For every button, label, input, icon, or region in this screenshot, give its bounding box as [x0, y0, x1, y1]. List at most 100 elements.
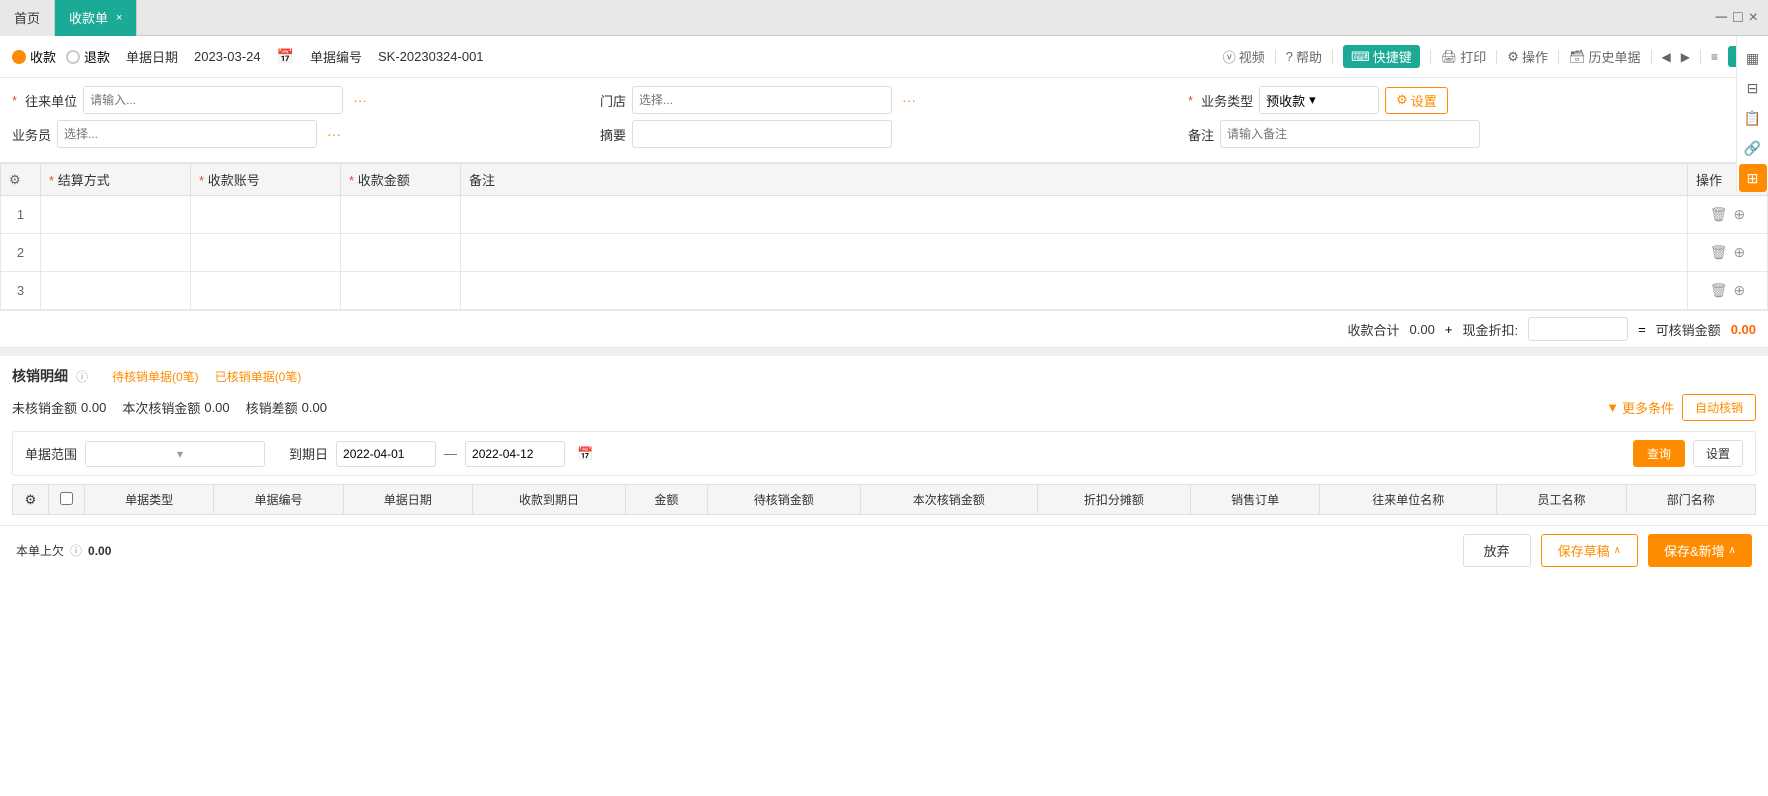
- shortcut-btn[interactable]: ⌨快捷键: [1343, 45, 1420, 68]
- query-btn[interactable]: 查询: [1633, 440, 1685, 467]
- row-num-2: 2: [1, 234, 41, 272]
- col-gear-bottom[interactable]: ⚙: [13, 485, 49, 515]
- table-body: 1 🗑 ⊕ 2: [1, 196, 1768, 310]
- pending-tab[interactable]: 待核销单据(0笔): [112, 368, 199, 385]
- minimize-icon[interactable]: ─: [1716, 9, 1727, 27]
- store-input[interactable]: [632, 86, 892, 114]
- copy-icon-3[interactable]: ⊕: [1734, 282, 1746, 299]
- side-icon-5[interactable]: ⊞: [1739, 164, 1767, 192]
- discount-input[interactable]: [1528, 317, 1628, 341]
- row-amount-1[interactable]: [341, 196, 461, 234]
- salesperson-more-btn[interactable]: ···: [327, 126, 341, 142]
- remark-label: 备注: [1188, 125, 1214, 144]
- toolbar-right: ⓥ视频 ?帮助 ⌨快捷键 🖨打印 ⚙操作 🗃历史单据 ◀: [1223, 45, 1756, 68]
- form-row-1: * 往来单位 ··· 门店 ··· * 业务类型 预收款 ▾ ⚙ 设置: [12, 86, 1756, 114]
- radio-refund[interactable]: 退款: [66, 47, 110, 66]
- row-account-2[interactable]: [191, 234, 341, 272]
- diff-label: 核销差额: [246, 398, 298, 417]
- print-btn[interactable]: 🖨打印: [1441, 47, 1487, 66]
- auto-verify-btn[interactable]: 自动核销: [1682, 394, 1756, 421]
- row-num-3: 3: [1, 272, 41, 310]
- tab-close-icon[interactable]: ×: [116, 12, 122, 24]
- filter-actions: ▼ 更多条件 自动核销: [1606, 394, 1756, 421]
- radio-refund-dot: [66, 50, 80, 64]
- business-type-arrow: ▾: [1309, 92, 1316, 108]
- copy-icon-2[interactable]: ⊕: [1734, 244, 1746, 261]
- divider6: [1651, 50, 1652, 64]
- row-settle-1[interactable]: [41, 196, 191, 234]
- row-amount-3[interactable]: [341, 272, 461, 310]
- row-note-3[interactable]: [461, 272, 1688, 310]
- partner-required: *: [12, 93, 17, 108]
- row-note-2[interactable]: [461, 234, 1688, 272]
- partner-input[interactable]: [83, 86, 343, 114]
- delete-icon-2[interactable]: 🗑: [1710, 244, 1728, 261]
- verification-section: 核销明细 ⓘ 待核销单据(0笔) 已核销单据(0笔) 未核销金额 0.00 本次…: [0, 356, 1768, 525]
- bottom-table-header: ⚙ 单据类型 单据编号 单据日期 收款到期日 金额 待核销金额 本次核销金额 折…: [13, 485, 1756, 515]
- filter-settings-btn[interactable]: 设置: [1693, 440, 1743, 467]
- history-btn[interactable]: 🗃历史单据: [1569, 47, 1641, 66]
- next-btn[interactable]: ▶: [1681, 50, 1690, 64]
- store-more-btn[interactable]: ···: [902, 92, 916, 108]
- salesperson-input[interactable]: [57, 120, 317, 148]
- col-amount-header: * 收款金额: [341, 164, 461, 196]
- row-settle-3[interactable]: [41, 272, 191, 310]
- footer-info-icon[interactable]: ⓘ: [70, 542, 82, 559]
- side-icon-3[interactable]: 📋: [1739, 104, 1767, 132]
- range-label: 单据范围: [25, 444, 77, 463]
- partner-more-btn[interactable]: ···: [353, 92, 367, 108]
- row-note-1[interactable]: [461, 196, 1688, 234]
- delete-icon-1[interactable]: 🗑: [1710, 206, 1728, 223]
- col-gear[interactable]: ⚙: [1, 164, 41, 196]
- date-from-input[interactable]: [336, 441, 436, 467]
- video-btn[interactable]: ⓥ视频: [1223, 47, 1265, 66]
- tab-receipt[interactable]: 收款单 ×: [55, 0, 137, 36]
- date-separator: —: [444, 446, 457, 461]
- discard-btn[interactable]: 放弃: [1463, 534, 1531, 567]
- col-checkbox[interactable]: [49, 485, 85, 515]
- close-icon[interactable]: ×: [1749, 9, 1758, 27]
- info-icon[interactable]: ⓘ: [76, 368, 88, 385]
- row-amount-2[interactable]: [341, 234, 461, 272]
- radio-receipt[interactable]: 收款: [12, 47, 56, 66]
- row-account-3[interactable]: [191, 272, 341, 310]
- prev-btn[interactable]: ◀: [1662, 50, 1671, 64]
- side-icon-1[interactable]: ▦: [1739, 44, 1767, 72]
- tab-home[interactable]: 首页: [0, 0, 55, 36]
- range-select[interactable]: ▾: [85, 441, 265, 467]
- maximize-icon[interactable]: □: [1733, 9, 1743, 27]
- tab-bar: 首页 收款单 × ─ □ ×: [0, 0, 1768, 36]
- col-amount-header-b: 金额: [626, 485, 708, 515]
- save-new-btn[interactable]: 保存&新增 ∧: [1648, 534, 1752, 567]
- summary-input[interactable]: [632, 120, 892, 148]
- business-type-select[interactable]: 预收款 ▾: [1259, 86, 1379, 114]
- side-icon-4[interactable]: 🔗: [1739, 134, 1767, 162]
- save-draft-btn[interactable]: 保存草稿 ∧: [1541, 534, 1638, 567]
- cal-icon-from[interactable]: 📅: [577, 446, 593, 462]
- doc-num-value: SK-20230324-001: [378, 49, 484, 64]
- list-btn[interactable]: ≡: [1711, 50, 1718, 64]
- verification-tabs: 待核销单据(0笔) 已核销单据(0笔): [112, 368, 301, 385]
- form-settings-btn[interactable]: ⚙ 设置: [1385, 87, 1448, 114]
- date-to-input[interactable]: [465, 441, 565, 467]
- business-type-required: *: [1188, 93, 1193, 108]
- operation-btn[interactable]: ⚙操作: [1507, 47, 1548, 66]
- copy-icon-1[interactable]: ⊕: [1734, 206, 1746, 223]
- side-icon-2[interactable]: ⊟: [1739, 74, 1767, 102]
- row-account-1[interactable]: [191, 196, 341, 234]
- select-all-checkbox[interactable]: [60, 492, 73, 505]
- doc-date-value: 2023-03-24: [194, 49, 261, 64]
- remark-input[interactable]: [1220, 120, 1480, 148]
- stats-row: 未核销金额 0.00 本次核销金额 0.00 核销差额 0.00 ▼ 更多条件 …: [12, 394, 1756, 421]
- filter-btns: 查询 设置: [1633, 440, 1743, 467]
- done-tab[interactable]: 已核销单据(0笔): [215, 368, 302, 385]
- divider3: [1430, 50, 1431, 64]
- help-btn[interactable]: ?帮助: [1286, 47, 1322, 66]
- row-settle-2[interactable]: [41, 234, 191, 272]
- discount-label: 现金折扣:: [1462, 320, 1518, 339]
- calendar-icon[interactable]: 📅: [277, 48, 294, 65]
- current-label: 本次核销金额: [122, 398, 200, 417]
- col-current-header: 本次核销金额: [860, 485, 1037, 515]
- more-conditions-btn[interactable]: ▼ 更多条件: [1606, 398, 1674, 417]
- delete-icon-3[interactable]: 🗑: [1710, 282, 1728, 299]
